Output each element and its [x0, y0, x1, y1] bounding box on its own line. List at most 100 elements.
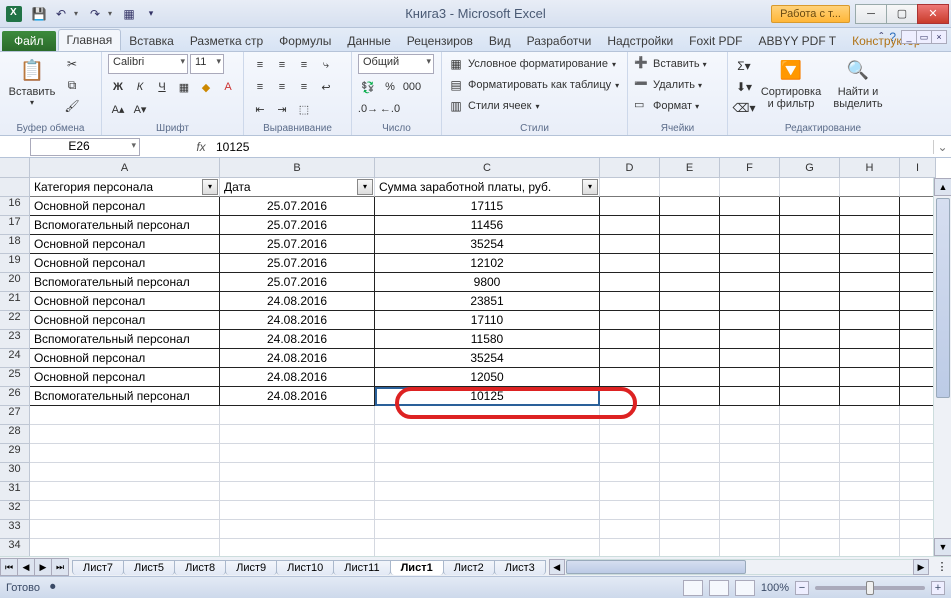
- cell[interactable]: [780, 273, 840, 292]
- cell[interactable]: [900, 197, 936, 216]
- cell[interactable]: [840, 197, 900, 216]
- cell[interactable]: [30, 425, 220, 444]
- scroll-right-button[interactable]: ▶: [913, 559, 929, 575]
- cell[interactable]: [720, 425, 780, 444]
- active-cell[interactable]: 10125: [375, 387, 600, 406]
- cell[interactable]: 12102: [375, 254, 600, 273]
- cell[interactable]: Основной персонал: [30, 254, 220, 273]
- cell[interactable]: [600, 292, 660, 311]
- tab-home[interactable]: Главная: [58, 29, 122, 51]
- select-all-corner[interactable]: [0, 158, 30, 178]
- cell[interactable]: [30, 482, 220, 501]
- cell[interactable]: Вспомогательный персонал: [30, 330, 220, 349]
- cell[interactable]: [720, 330, 780, 349]
- currency-button[interactable]: 💱: [358, 78, 378, 96]
- conditional-format-button[interactable]: ▦Условное форматирование▾: [448, 54, 616, 74]
- cell[interactable]: [720, 520, 780, 539]
- tab-addins[interactable]: Надстройки: [599, 31, 681, 51]
- cell[interactable]: 12050: [375, 368, 600, 387]
- row-header[interactable]: 26: [0, 387, 30, 406]
- cell[interactable]: 24.08.2016: [220, 387, 375, 406]
- cell[interactable]: [220, 520, 375, 539]
- cell[interactable]: [900, 539, 936, 556]
- cell[interactable]: [600, 520, 660, 539]
- cell[interactable]: [900, 273, 936, 292]
- cell[interactable]: Основной персонал: [30, 235, 220, 254]
- zoom-in-button[interactable]: +: [931, 581, 945, 595]
- cell[interactable]: [720, 178, 780, 197]
- cell[interactable]: [375, 539, 600, 556]
- delete-cells-button[interactable]: ➖Удалить▾: [634, 75, 702, 95]
- find-select-button[interactable]: 🔍 Найти и выделить: [828, 54, 888, 110]
- tab-developer[interactable]: Разработчи: [519, 31, 600, 51]
- cell[interactable]: [780, 463, 840, 482]
- cell[interactable]: [720, 406, 780, 425]
- cell[interactable]: [660, 216, 720, 235]
- sheet-tab[interactable]: Лист9: [225, 560, 277, 575]
- sheet-tab[interactable]: Лист2: [443, 560, 495, 575]
- row-header[interactable]: 32: [0, 501, 30, 520]
- cell[interactable]: [900, 368, 936, 387]
- cell[interactable]: [30, 463, 220, 482]
- cell[interactable]: 35254: [375, 349, 600, 368]
- cell[interactable]: 17110: [375, 311, 600, 330]
- view-page-layout-button[interactable]: [709, 580, 729, 596]
- cell[interactable]: [840, 292, 900, 311]
- cell[interactable]: [720, 292, 780, 311]
- cell[interactable]: [600, 178, 660, 197]
- cell[interactable]: [780, 520, 840, 539]
- worksheet-grid[interactable]: ABCDEFGHI 161718192021222324252627282930…: [0, 158, 951, 556]
- scroll-up-button[interactable]: ▲: [934, 178, 951, 196]
- cell[interactable]: [375, 520, 600, 539]
- help-icon[interactable]: ?: [889, 30, 896, 44]
- cell[interactable]: Основной персонал: [30, 368, 220, 387]
- cell[interactable]: [220, 501, 375, 520]
- cell[interactable]: Вспомогательный персонал: [30, 387, 220, 406]
- cell[interactable]: [780, 330, 840, 349]
- cell[interactable]: [220, 444, 375, 463]
- cell[interactable]: [375, 463, 600, 482]
- cell[interactable]: [720, 501, 780, 520]
- cell[interactable]: [720, 368, 780, 387]
- scroll-down-button[interactable]: ▼: [934, 538, 951, 556]
- minimize-ribbon-icon[interactable]: ˆ: [879, 30, 883, 44]
- cell[interactable]: [780, 216, 840, 235]
- sheet-tab[interactable]: Лист5: [123, 560, 175, 575]
- cell[interactable]: 35254: [375, 235, 600, 254]
- cell[interactable]: [840, 273, 900, 292]
- increase-indent-button[interactable]: ⇥: [272, 100, 292, 118]
- macro-record-icon[interactable]: ⏺: [50, 581, 56, 594]
- cell[interactable]: [600, 368, 660, 387]
- cell[interactable]: [220, 482, 375, 501]
- sheet-tab[interactable]: Лист3: [494, 560, 546, 575]
- vscroll-thumb[interactable]: [936, 198, 950, 398]
- cell[interactable]: [900, 330, 936, 349]
- cell[interactable]: [220, 463, 375, 482]
- cell[interactable]: [660, 501, 720, 520]
- number-format-select[interactable]: Общий: [358, 54, 434, 74]
- cell[interactable]: [660, 330, 720, 349]
- cell[interactable]: [600, 197, 660, 216]
- cell[interactable]: [840, 539, 900, 556]
- sheet-tab[interactable]: Лист8: [174, 560, 226, 575]
- cell[interactable]: [840, 311, 900, 330]
- cell[interactable]: [840, 463, 900, 482]
- zoom-slider[interactable]: [815, 586, 925, 590]
- formula-input[interactable]: [212, 138, 933, 156]
- cell[interactable]: [900, 406, 936, 425]
- cell[interactable]: 25.07.2016: [220, 254, 375, 273]
- cell[interactable]: [600, 425, 660, 444]
- cell[interactable]: [900, 254, 936, 273]
- cell[interactable]: 24.08.2016: [220, 311, 375, 330]
- zoom-out-button[interactable]: −: [795, 581, 809, 595]
- row-header[interactable]: 16: [0, 197, 30, 216]
- cell[interactable]: [720, 273, 780, 292]
- align-center-button[interactable]: ≡: [272, 78, 292, 96]
- underline-button[interactable]: Ч: [152, 78, 172, 96]
- cell[interactable]: [720, 482, 780, 501]
- cell[interactable]: [780, 178, 840, 197]
- cell[interactable]: 25.07.2016: [220, 216, 375, 235]
- orientation-button[interactable]: ⤷: [316, 56, 336, 74]
- fill-color-button[interactable]: ◆: [196, 78, 216, 96]
- row-header[interactable]: 29: [0, 444, 30, 463]
